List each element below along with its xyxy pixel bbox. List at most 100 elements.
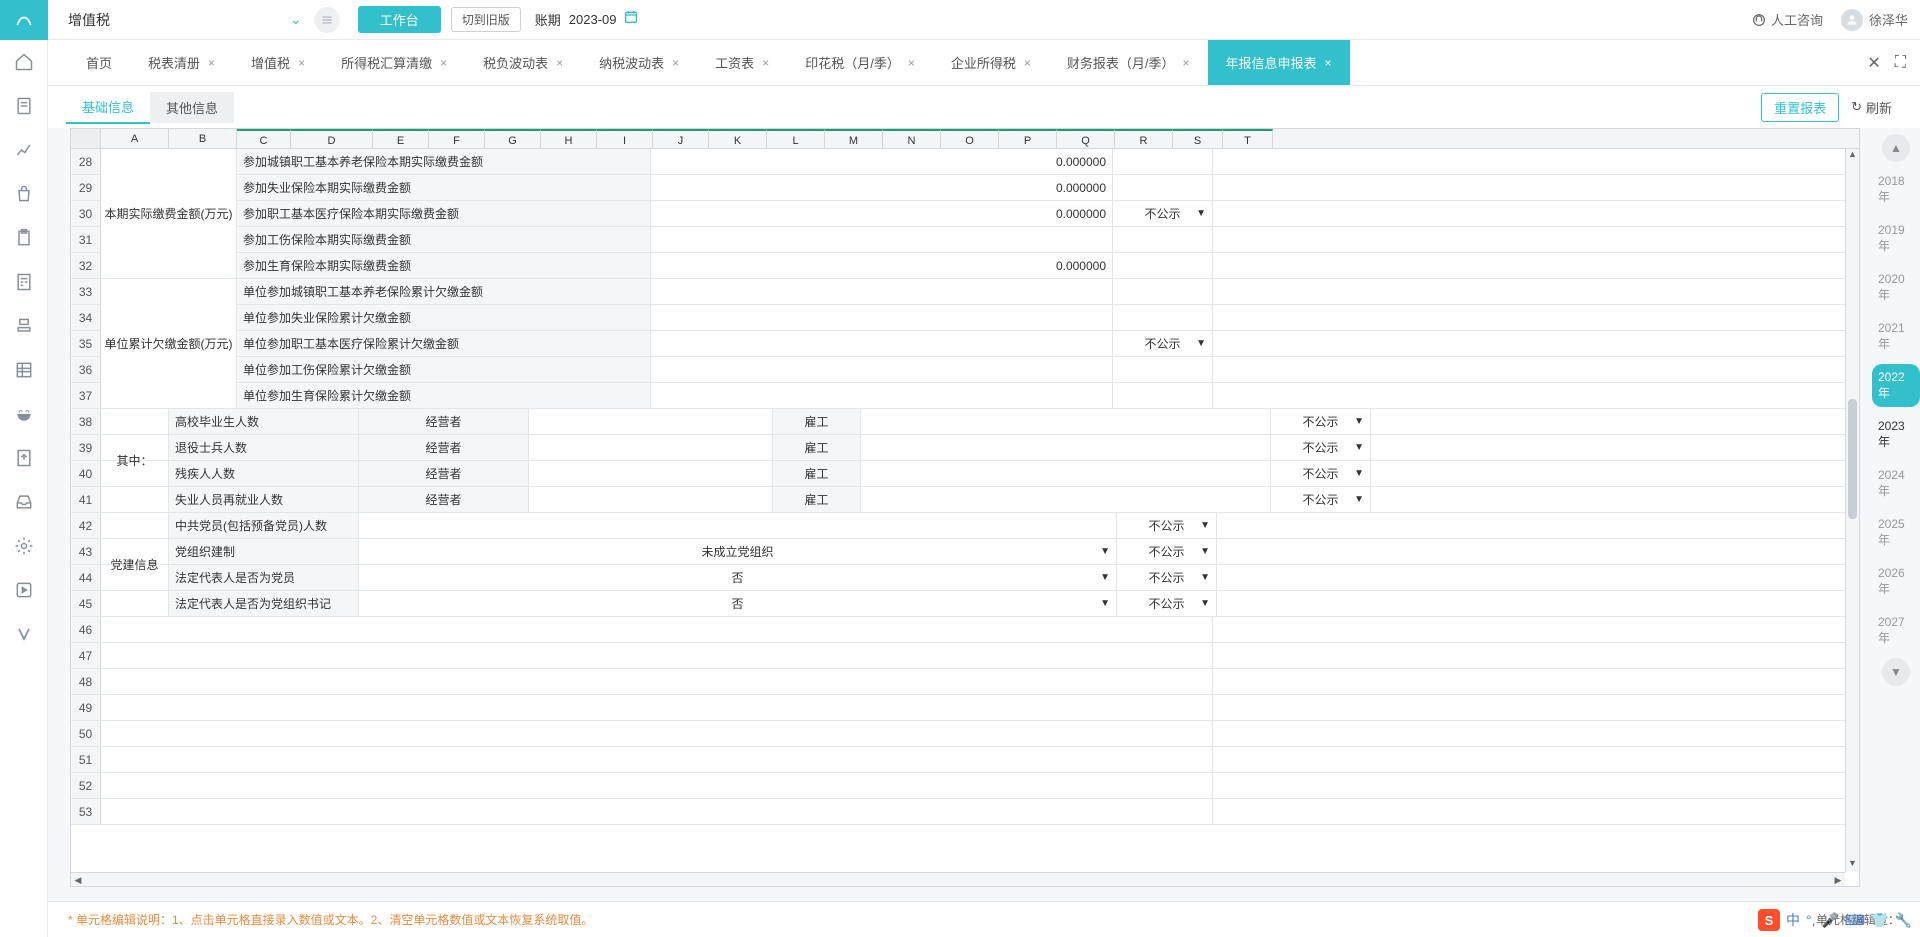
nav-bowl-icon[interactable] xyxy=(0,392,48,436)
tab-item[interactable]: 印花税（月/季）× xyxy=(787,40,933,85)
tab-item[interactable]: 税表清册× xyxy=(130,40,233,85)
tab-item[interactable]: 年报信息申报表× xyxy=(1208,40,1350,85)
period-value[interactable]: 2023-09 xyxy=(569,12,617,27)
disclosure-select[interactable]: 不公示▼ xyxy=(1117,513,1217,538)
column-header[interactable]: K xyxy=(709,129,767,148)
field-select[interactable] xyxy=(359,513,1117,538)
year-item[interactable]: 2027年 xyxy=(1872,609,1920,652)
disclosure-select[interactable]: 不公示▼ xyxy=(1113,279,1213,409)
year-up-button[interactable]: ▲ xyxy=(1882,134,1910,162)
column-header[interactable]: S xyxy=(1173,129,1223,148)
row-number[interactable]: 39 xyxy=(71,435,101,460)
disclosure-select[interactable]: 不公示▼ xyxy=(1117,565,1217,590)
disclosure-select[interactable]: 不公示▼ xyxy=(1117,591,1217,616)
column-header[interactable]: G xyxy=(485,129,541,148)
close-icon[interactable]: × xyxy=(908,56,915,70)
tab-item[interactable]: 所得税汇算清缴× xyxy=(323,40,465,85)
column-header[interactable]: H xyxy=(541,129,597,148)
row-number[interactable]: 29 xyxy=(71,175,101,200)
row-number[interactable]: 48 xyxy=(71,669,101,694)
row-number[interactable]: 33 xyxy=(71,279,101,304)
column-header[interactable]: C xyxy=(237,129,291,148)
expand-icon[interactable]: ⛶ xyxy=(1895,54,1906,72)
field-value[interactable] xyxy=(651,227,1113,252)
year-item[interactable]: 2023年 xyxy=(1872,413,1920,456)
row-number[interactable]: 43 xyxy=(71,539,101,564)
column-header[interactable]: M xyxy=(825,129,883,148)
field-value[interactable] xyxy=(651,331,1113,356)
row-number[interactable]: 45 xyxy=(71,591,101,616)
close-icon[interactable]: × xyxy=(1024,56,1031,70)
scroll-up-icon[interactable]: ▲ xyxy=(1846,149,1859,163)
empty-cell[interactable] xyxy=(101,773,1213,798)
tab-item[interactable]: 工资表× xyxy=(697,40,787,85)
app-logo[interactable] xyxy=(0,0,48,40)
year-item[interactable]: 2020年 xyxy=(1872,266,1920,309)
field-value[interactable]: 0.000000 xyxy=(651,149,1113,174)
subtab-basic[interactable]: 基础信息 xyxy=(66,91,150,124)
year-item[interactable]: 2021年 xyxy=(1872,315,1920,358)
empty-cell[interactable] xyxy=(101,617,1213,642)
column-header[interactable]: I xyxy=(597,129,653,148)
column-header[interactable]: E xyxy=(373,129,429,148)
row-number[interactable]: 36 xyxy=(71,357,101,382)
field-select[interactable]: 未成立党组织▼ xyxy=(359,539,1117,564)
tab-item[interactable]: 纳税波动表× xyxy=(581,40,697,85)
field-value[interactable] xyxy=(651,305,1113,330)
row-number[interactable]: 51 xyxy=(71,747,101,772)
user-menu[interactable]: 徐泽华 xyxy=(1841,9,1908,31)
row-number[interactable]: 28 xyxy=(71,149,101,174)
tab-item[interactable]: 税负波动表× xyxy=(465,40,581,85)
row-number[interactable]: 44 xyxy=(71,565,101,590)
row-number[interactable]: 31 xyxy=(71,227,101,252)
column-header[interactable]: L xyxy=(767,129,825,148)
operator-value[interactable] xyxy=(529,409,773,434)
empty-cell[interactable] xyxy=(101,669,1213,694)
ime-skin-icon[interactable]: 👕 xyxy=(1871,912,1888,929)
column-header[interactable]: F xyxy=(429,129,485,148)
field-value[interactable]: 0.000000 xyxy=(651,253,1113,278)
column-header[interactable]: P xyxy=(999,129,1057,148)
nav-v-icon[interactable] xyxy=(0,612,48,656)
row-number[interactable]: 52 xyxy=(71,773,101,798)
disclosure-select[interactable]: 不公示▼ xyxy=(1271,409,1371,434)
year-item[interactable]: 2026年 xyxy=(1872,560,1920,603)
disclosure-select[interactable]: 不公示▼ xyxy=(1271,435,1371,460)
nav-bag-icon[interactable] xyxy=(0,172,48,216)
empty-cell[interactable] xyxy=(101,721,1213,746)
sogou-ime-icon[interactable]: S xyxy=(1758,909,1780,931)
empty-cell[interactable] xyxy=(101,747,1213,772)
disclosure-select[interactable]: 不公示▼ xyxy=(1271,461,1371,486)
scroll-left-icon[interactable]: ◀ xyxy=(71,873,85,886)
close-icon[interactable]: × xyxy=(1183,56,1190,70)
column-header[interactable]: D xyxy=(291,129,373,148)
row-number[interactable]: 49 xyxy=(71,695,101,720)
row-number[interactable]: 35 xyxy=(71,331,101,356)
field-select[interactable]: 否▼ xyxy=(359,565,1117,590)
close-icon[interactable]: × xyxy=(1325,56,1332,70)
year-item[interactable]: 2024年 xyxy=(1872,462,1920,505)
row-number[interactable]: 34 xyxy=(71,305,101,330)
field-value[interactable]: 0.000000 xyxy=(651,201,1113,226)
tab-item[interactable]: 财务报表（月/季）× xyxy=(1049,40,1208,85)
operator-value[interactable] xyxy=(529,487,773,512)
column-header[interactable]: O xyxy=(941,129,999,148)
refresh-button[interactable]: ↻ 刷新 xyxy=(1851,98,1892,117)
reset-report-button[interactable]: 重置报表 xyxy=(1761,93,1839,122)
horizontal-scrollbar[interactable]: ◀ ▶ xyxy=(71,872,1845,886)
nav-clipboard-icon[interactable] xyxy=(0,216,48,260)
employee-value[interactable] xyxy=(861,461,1271,486)
operator-value[interactable] xyxy=(529,435,773,460)
close-icon[interactable]: × xyxy=(298,56,305,70)
ime-lang-icon[interactable]: 中 xyxy=(1786,910,1800,930)
empty-cell[interactable] xyxy=(101,643,1213,668)
empty-cell[interactable] xyxy=(101,799,1213,824)
empty-cell[interactable] xyxy=(101,695,1213,720)
year-item[interactable]: 2019年 xyxy=(1872,217,1920,260)
close-icon[interactable]: × xyxy=(762,56,769,70)
row-number[interactable]: 47 xyxy=(71,643,101,668)
scroll-thumb[interactable] xyxy=(1848,399,1857,519)
scroll-right-icon[interactable]: ▶ xyxy=(1831,873,1845,886)
old-version-button[interactable]: 切到旧版 xyxy=(451,7,521,32)
column-header[interactable]: Q xyxy=(1057,129,1115,148)
